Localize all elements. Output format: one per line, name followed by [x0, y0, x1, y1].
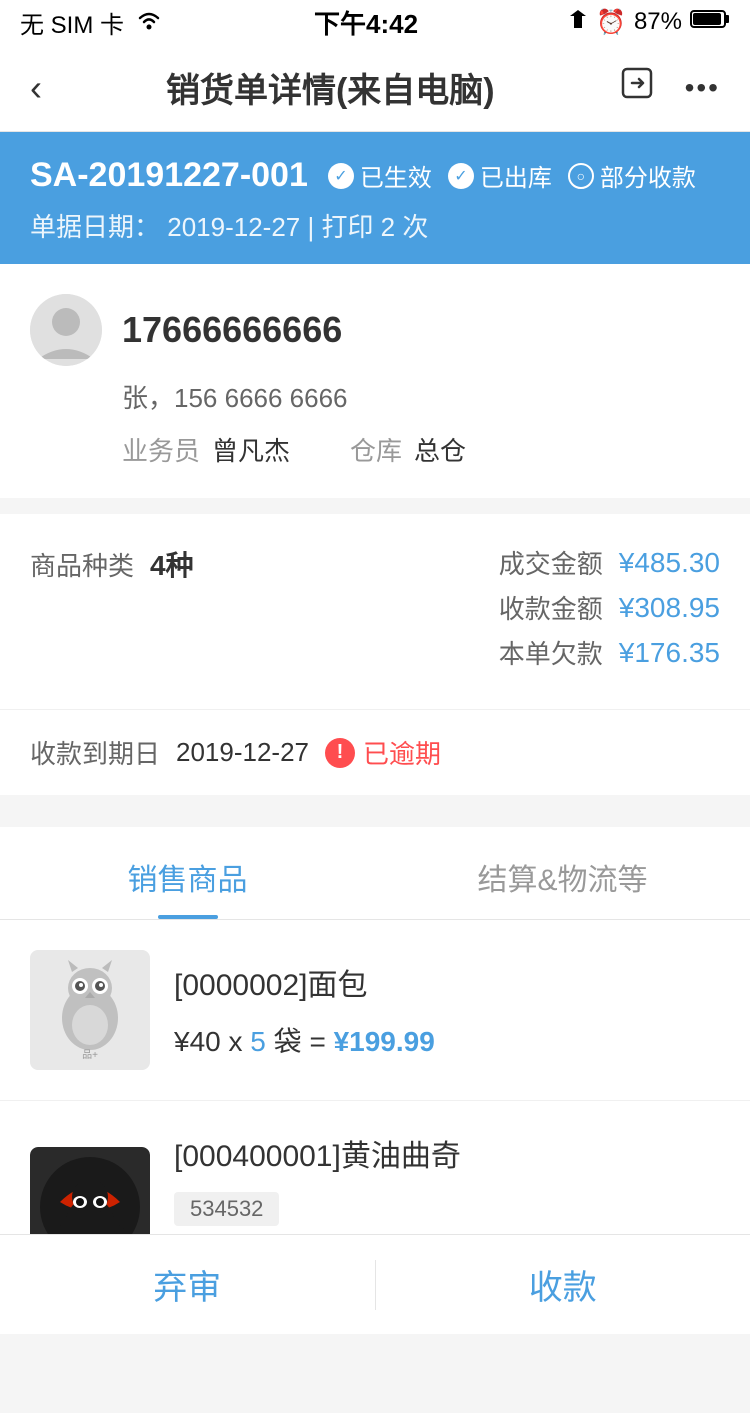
alarm-icon: ⏰ — [596, 8, 626, 37]
qty-1: 5 — [250, 1026, 266, 1057]
tabs-bar: 销售商品 结算&物流等 — [0, 827, 750, 920]
customer-id: 17666666666 — [122, 309, 342, 351]
overdue-text: 已逾期 — [363, 734, 441, 771]
customer-top: 17666666666 — [30, 294, 720, 366]
amount-value: ¥485.30 — [619, 547, 720, 579]
received-value: ¥308.95 — [619, 592, 720, 624]
customer-section: 17666666666 张，156 6666 6666 业务员 曾凡杰 仓库 总… — [0, 264, 750, 498]
banner-date: 单据日期： 2019-12-27 | 打印 2 次 — [30, 207, 720, 244]
divider-1 — [0, 498, 750, 514]
product-image-1: 品+ — [30, 950, 150, 1070]
product-name-2: [000400001]黄油曲奇 — [174, 1131, 720, 1175]
customer-meta: 业务员 曾凡杰 仓库 总仓 — [122, 431, 720, 468]
battery-percent: 87% — [634, 8, 682, 36]
product-name-1: [0000002]面包 — [174, 960, 720, 1004]
status-tag-effective: ✓ 已生效 — [328, 158, 432, 193]
status-tag-partial: ○ 部分收款 — [568, 158, 696, 193]
unit-1: 袋 — [274, 1026, 302, 1057]
clock-icon: ○ — [568, 163, 594, 189]
debt-label: 本单欠款 — [499, 634, 603, 671]
due-section: 收款到期日 2019-12-27 ! 已逾期 — [0, 709, 750, 795]
received-stat: 收款金额 ¥308.95 — [499, 589, 720, 626]
category-stat: 商品种类 4种 — [30, 544, 194, 584]
check-icon-2: ✓ — [448, 163, 474, 189]
svg-text:品+: 品+ — [82, 1049, 98, 1061]
list-item: 品+ [0000002]面包 ¥40 x 5 袋 = ¥199.99 — [0, 920, 750, 1101]
stats-left: 商品种类 4种 — [30, 544, 194, 592]
wifi-icon — [134, 8, 164, 37]
tab-sales-products[interactable]: 销售商品 — [0, 827, 375, 919]
order-date: 2019-12-27 — [167, 212, 300, 242]
stats-right: 成交金额 ¥485.30 收款金额 ¥308.95 本单欠款 ¥176.35 — [499, 544, 720, 679]
debt-value: ¥176.35 — [619, 637, 720, 669]
status-bar: 无 SIM 卡 下午4:42 ⏰ 87% — [0, 0, 750, 44]
customer-info: 张，156 6666 6666 — [122, 378, 720, 415]
received-label: 收款金额 — [499, 589, 603, 626]
location-icon — [568, 8, 588, 37]
due-date: 2019-12-27 — [176, 737, 309, 768]
share-icon[interactable] — [619, 65, 655, 110]
product-details-1: [0000002]面包 ¥40 x 5 袋 = ¥199.99 — [174, 960, 720, 1060]
sim-status: 无 SIM 卡 — [20, 5, 124, 40]
cancel-review-button[interactable]: 弃审 — [0, 1240, 375, 1329]
warehouse-value: 总仓 — [414, 431, 466, 468]
sales-person: 业务员 曾凡杰 — [122, 431, 290, 468]
status-time: 下午4:42 — [314, 4, 418, 41]
status-tag-shipped: ✓ 已出库 — [448, 158, 552, 193]
back-button[interactable]: ‹ — [30, 67, 42, 109]
status-left: 无 SIM 卡 — [20, 5, 164, 40]
due-label: 收款到期日 — [30, 734, 160, 771]
nav-bar: ‹ 销货单详情(来自电脑) ••• — [0, 44, 750, 132]
tab-settlement[interactable]: 结算&物流等 — [375, 827, 750, 919]
order-banner: SA-20191227-001 ✓ 已生效 ✓ 已出库 ○ 部分收款 单据日期：… — [0, 132, 750, 264]
category-label: 商品种类 — [30, 546, 134, 583]
status-tags: ✓ 已生效 ✓ 已出库 ○ 部分收款 — [328, 158, 696, 193]
divider-2 — [0, 795, 750, 811]
stats-section: 商品种类 4种 成交金额 ¥485.30 收款金额 ¥308.95 本单欠款 ¥… — [0, 514, 750, 709]
battery-icon — [690, 8, 730, 37]
category-count: 4种 — [150, 544, 194, 584]
sales-person-value: 曾凡杰 — [212, 431, 290, 468]
overdue-icon: ! — [325, 738, 355, 768]
bottom-bar: 弃审 收款 — [0, 1234, 750, 1334]
overdue-badge: ! 已逾期 — [325, 734, 441, 771]
stats-grid: 商品种类 4种 成交金额 ¥485.30 收款金额 ¥308.95 本单欠款 ¥… — [30, 544, 720, 679]
date-label: 单据日期： — [30, 212, 160, 242]
sales-label: 业务员 — [122, 431, 200, 468]
order-id: SA-20191227-001 — [30, 156, 308, 195]
check-icon-1: ✓ — [328, 163, 354, 189]
print-info: | 打印 2 次 — [307, 212, 428, 242]
more-icon[interactable]: ••• — [685, 72, 720, 104]
product-sku-2: 534532 — [174, 1192, 279, 1226]
debt-stat: 本单欠款 ¥176.35 — [499, 634, 720, 671]
warehouse-label: 仓库 — [350, 431, 402, 468]
status-right: ⏰ 87% — [568, 8, 730, 37]
total-1: ¥199.99 — [334, 1026, 435, 1057]
page-title: 销货单详情(来自电脑) — [166, 63, 495, 112]
price-1: ¥40 — [174, 1026, 221, 1057]
avatar — [30, 294, 102, 366]
collect-payment-button[interactable]: 收款 — [376, 1240, 750, 1329]
banner-top: SA-20191227-001 ✓ 已生效 ✓ 已出库 ○ 部分收款 — [30, 156, 720, 195]
amount-stat: 成交金额 ¥485.30 — [499, 544, 720, 581]
amount-label: 成交金额 — [499, 544, 603, 581]
warehouse: 仓库 总仓 — [350, 431, 466, 468]
product-price-1: ¥40 x 5 袋 = ¥199.99 — [174, 1020, 720, 1060]
nav-actions: ••• — [619, 65, 720, 110]
